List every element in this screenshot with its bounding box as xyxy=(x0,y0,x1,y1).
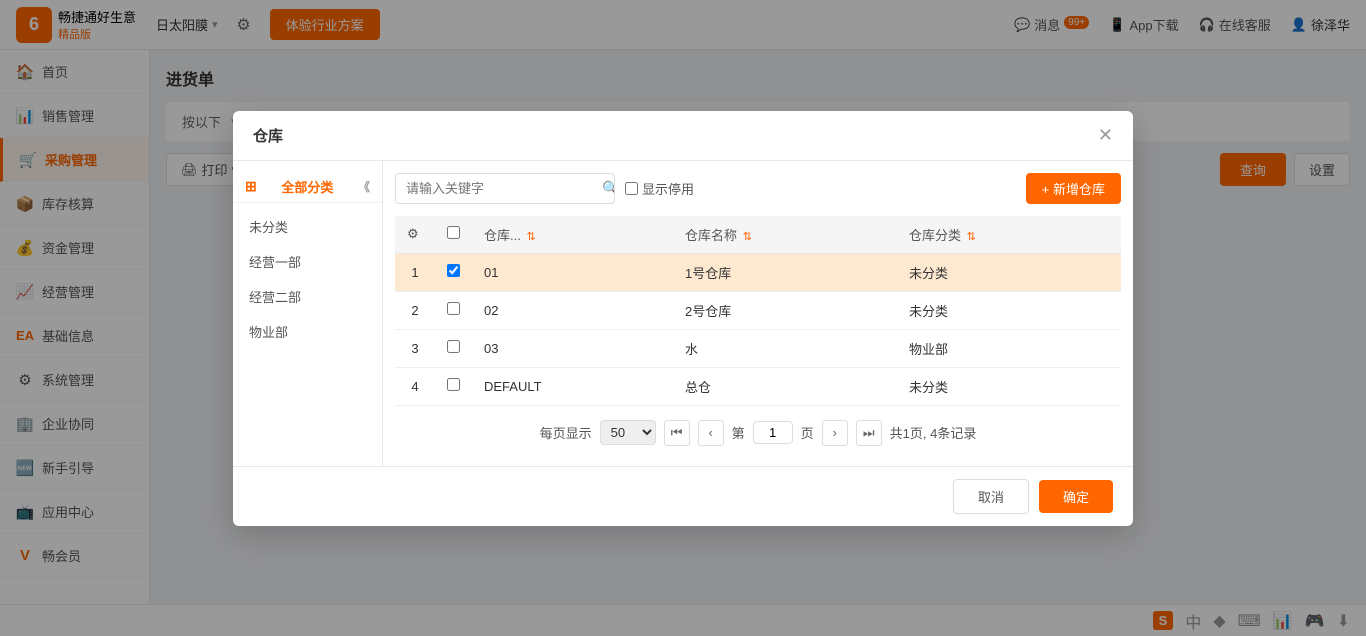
row-category: 未分类 xyxy=(897,367,1121,405)
search-box: 🔍 xyxy=(395,173,615,204)
total-record-label: 共1页, 4条记录 xyxy=(890,423,977,442)
category-header: ⊞ 全部分类 《 xyxy=(233,171,382,203)
sort-name-icon: ⇅ xyxy=(743,231,752,243)
table-row[interactable]: 1 01 1号仓库 未分类 xyxy=(395,253,1121,291)
table-header-row: ⚙ 仓库... ⇅ 仓库名称 ⇅ xyxy=(395,216,1121,254)
modal-footer: 取消 确定 xyxy=(233,466,1133,526)
row-select-checkbox[interactable] xyxy=(447,340,460,353)
row-select-checkbox[interactable] xyxy=(447,302,460,315)
row-category: 物业部 xyxy=(897,329,1121,367)
table-container: ⚙ 仓库... ⇅ 仓库名称 ⇅ xyxy=(395,216,1121,406)
search-input[interactable] xyxy=(396,175,592,202)
row-num: 4 xyxy=(395,367,435,405)
page-number-input[interactable] xyxy=(753,421,793,444)
category-header-label: 全部分类 xyxy=(281,177,333,196)
row-num: 1 xyxy=(395,253,435,291)
row-checkbox-cell xyxy=(435,253,472,291)
category-item-dept1[interactable]: 经营一部 xyxy=(233,244,382,279)
row-category: 未分类 xyxy=(897,253,1121,291)
row-num: 3 xyxy=(395,329,435,367)
page-size-select[interactable]: 50 100 xyxy=(600,420,656,445)
show-disabled-checkbox[interactable] xyxy=(625,182,638,195)
show-disabled-label[interactable]: 显示停用 xyxy=(625,179,694,198)
row-name: 2号仓库 xyxy=(673,291,897,329)
next-page-button[interactable]: › xyxy=(822,420,848,446)
row-checkbox-cell xyxy=(435,291,472,329)
page-size-label: 每页显示 xyxy=(540,423,592,442)
first-page-button[interactable]: ⏮ xyxy=(664,420,690,446)
warehouse-table: ⚙ 仓库... ⇅ 仓库名称 ⇅ xyxy=(395,216,1121,406)
row-name: 水 xyxy=(673,329,897,367)
col-settings: ⚙ xyxy=(395,216,435,254)
modal-body: ⊞ 全部分类 《 未分类 经营一部 经营二部 物业部 🔍 xyxy=(233,161,1133,466)
row-code: 02 xyxy=(472,291,673,329)
warehouse-modal: 仓库 ✕ ⊞ 全部分类 《 未分类 经营一部 经营二部 物业部 xyxy=(233,111,1133,526)
page-label: 页 xyxy=(801,423,814,442)
row-select-checkbox[interactable] xyxy=(447,378,460,391)
row-num: 2 xyxy=(395,291,435,329)
category-grid-icon: ⊞ xyxy=(245,178,257,195)
page-section-label: 第 xyxy=(732,423,745,442)
modal-main-panel: 🔍 显示停用 + 新增仓库 ⚙ xyxy=(383,161,1133,466)
collapse-category-button[interactable]: 《 xyxy=(358,178,370,195)
table-row[interactable]: 4 DEFAULT 总仓 未分类 xyxy=(395,367,1121,405)
show-disabled-text: 显示停用 xyxy=(642,179,694,198)
sort-code-icon: ⇅ xyxy=(526,231,535,243)
row-name: 总仓 xyxy=(673,367,897,405)
category-item-unclassified[interactable]: 未分类 xyxy=(233,209,382,244)
row-code: 01 xyxy=(472,253,673,291)
modal-header: 仓库 ✕ xyxy=(233,111,1133,161)
row-category: 未分类 xyxy=(897,291,1121,329)
modal-close-button[interactable]: ✕ xyxy=(1098,126,1113,144)
col-code: 仓库... ⇅ xyxy=(472,216,673,254)
modal-toolbar: 🔍 显示停用 + 新增仓库 xyxy=(395,173,1121,204)
sort-category-icon: ⇅ xyxy=(967,231,976,243)
col-category: 仓库分类 ⇅ xyxy=(897,216,1121,254)
cancel-button[interactable]: 取消 xyxy=(953,479,1029,514)
table-row[interactable]: 2 02 2号仓库 未分类 xyxy=(395,291,1121,329)
row-code: DEFAULT xyxy=(472,367,673,405)
confirm-button[interactable]: 确定 xyxy=(1039,480,1113,513)
row-code: 03 xyxy=(472,329,673,367)
category-item-dept2[interactable]: 经营二部 xyxy=(233,279,382,314)
row-select-checkbox[interactable] xyxy=(447,264,460,277)
select-all-checkbox[interactable] xyxy=(447,226,460,239)
col-checkbox xyxy=(435,216,472,254)
category-sidebar: ⊞ 全部分类 《 未分类 经营一部 经营二部 物业部 xyxy=(233,161,383,466)
modal-overlay: 仓库 ✕ ⊞ 全部分类 《 未分类 经营一部 经营二部 物业部 xyxy=(0,0,1366,636)
col-name: 仓库名称 ⇅ xyxy=(673,216,897,254)
modal-title: 仓库 xyxy=(253,125,283,146)
category-item-property[interactable]: 物业部 xyxy=(233,314,382,349)
row-checkbox-cell xyxy=(435,329,472,367)
add-warehouse-button[interactable]: + 新增仓库 xyxy=(1026,173,1121,204)
prev-page-button[interactable]: ‹ xyxy=(698,420,724,446)
row-name: 1号仓库 xyxy=(673,253,897,291)
pagination: 每页显示 50 100 ⏮ ‹ 第 页 › ⏭ 共1页, 4条记录 xyxy=(395,406,1121,454)
search-button[interactable]: 🔍 xyxy=(592,174,615,203)
table-row[interactable]: 3 03 水 物业部 xyxy=(395,329,1121,367)
row-checkbox-cell xyxy=(435,367,472,405)
last-page-button[interactable]: ⏭ xyxy=(856,420,882,446)
